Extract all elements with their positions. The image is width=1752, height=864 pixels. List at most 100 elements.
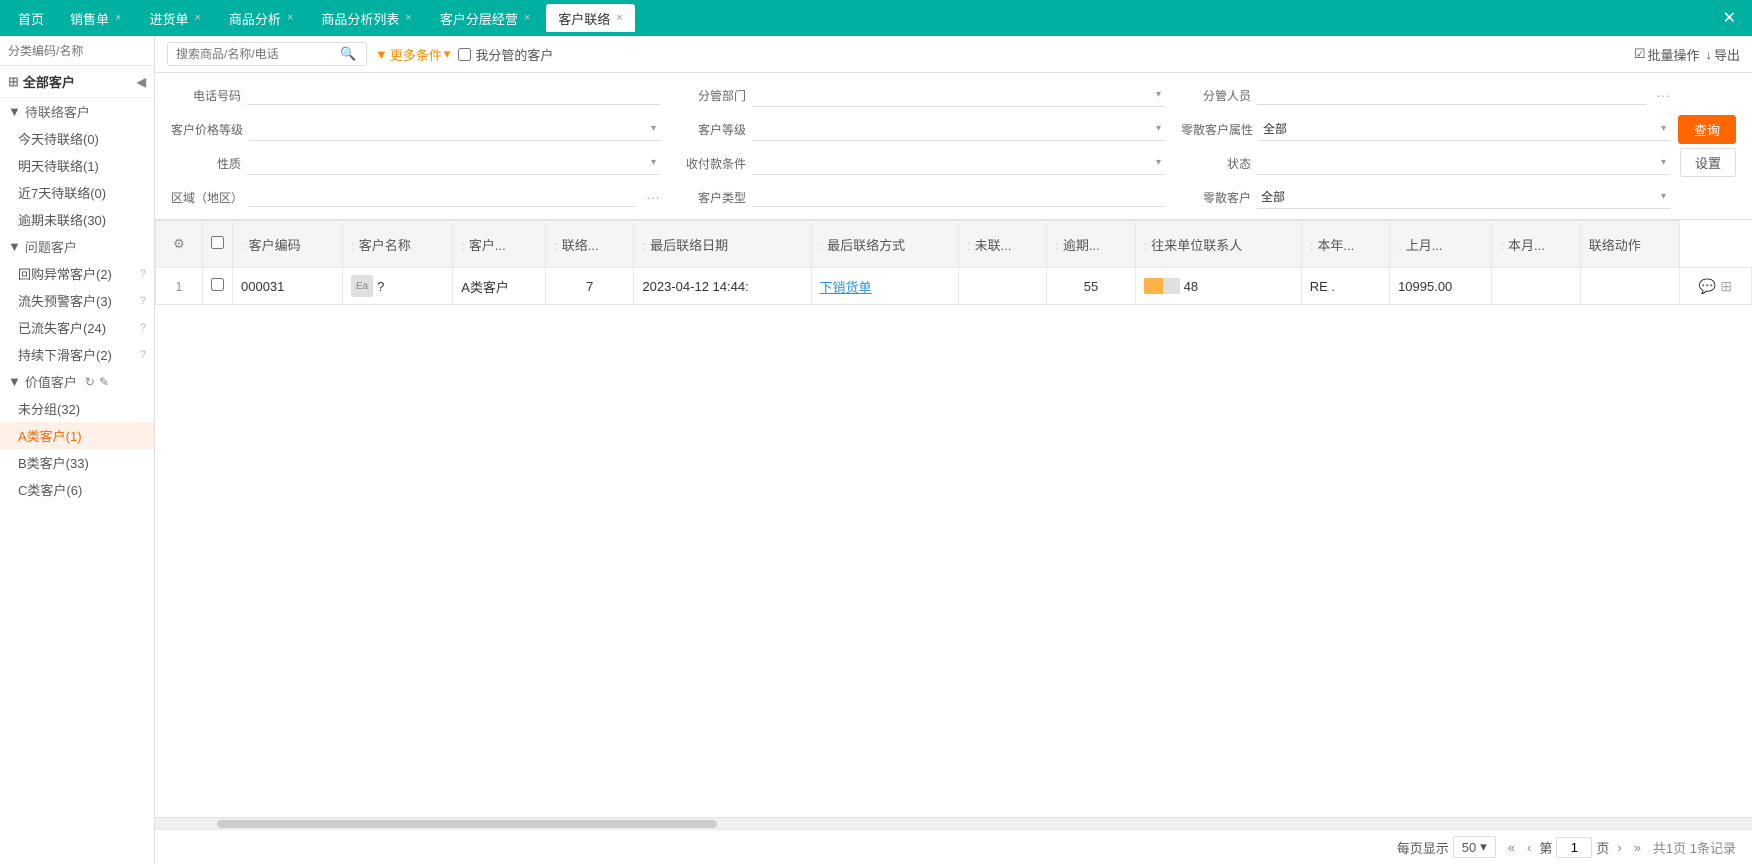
- sidebar-item-c-class[interactable]: C类客户(6): [0, 476, 154, 503]
- filter-more-conditions[interactable]: ▼ 更多条件 ▾: [375, 45, 450, 64]
- sidebar-collapse-icon[interactable]: ◀: [137, 75, 146, 89]
- table-gear-cell: ⚙: [156, 221, 203, 268]
- sidebar-group-value-refresh[interactable]: ↻: [85, 375, 95, 389]
- nav-tab-customer-tier-close[interactable]: ×: [524, 12, 530, 24]
- filter-search-input[interactable]: [176, 47, 336, 61]
- filter-payment-select[interactable]: ▾: [752, 151, 1165, 175]
- horizontal-scrollbar[interactable]: [155, 817, 1752, 829]
- filter-customer-level-select[interactable]: ▾: [752, 117, 1165, 141]
- col-last-month: :上月...: [1390, 221, 1492, 268]
- sidebar-item-b-class[interactable]: B类客户(33): [0, 449, 154, 476]
- sidebar-item-declining[interactable]: 持续下滑客户(2) ?: [0, 341, 154, 368]
- nav-tab-product-list[interactable]: 商品分析列表 ×: [309, 4, 423, 32]
- nav-tab-purchase-close[interactable]: ×: [194, 12, 200, 24]
- filter-region-label: 区域（地区）: [171, 189, 243, 206]
- row-action-link-icon[interactable]: ⊞: [1720, 278, 1732, 295]
- sidebar-group-problem[interactable]: ▼ 问题客户: [0, 233, 154, 260]
- nav-tab-product-analysis[interactable]: 商品分析 ×: [217, 4, 305, 32]
- filter-price-level-label: 客户价格等级: [171, 121, 243, 138]
- col-action: 联络动作: [1580, 221, 1679, 268]
- sidebar-item-7days[interactable]: 近7天待联络(0): [0, 179, 154, 206]
- nav-tab-product-analysis-close[interactable]: ×: [287, 12, 293, 24]
- filter-dept-select[interactable]: ▾: [752, 83, 1165, 107]
- nav-tab-product-list-label: 商品分析列表: [321, 9, 399, 28]
- nav-tab-product-list-close[interactable]: ×: [405, 12, 411, 24]
- page-next-btn[interactable]: ›: [1613, 838, 1625, 857]
- nav-tab-customer-contact-close[interactable]: ×: [616, 12, 622, 24]
- sidebar-item-a-class-label: A类客户(1): [18, 426, 82, 445]
- table-gear-icon[interactable]: ⚙: [164, 229, 194, 259]
- filter-person-input[interactable]: [1257, 86, 1646, 105]
- nav-tab-customer-tier[interactable]: 客户分层经营 ×: [428, 4, 542, 32]
- filter-retail-select[interactable]: 全部 ▾: [1257, 185, 1670, 209]
- filter-phone-input[interactable]: [247, 86, 660, 105]
- filter-customer-type-input[interactable]: [752, 188, 1165, 207]
- sidebar-item-repurchase[interactable]: 回购异常客户(2) ?: [0, 260, 154, 287]
- nav-tab-sales-close[interactable]: ×: [115, 12, 121, 24]
- page-first-btn[interactable]: «: [1504, 838, 1519, 857]
- filter-search-icon[interactable]: 🔍: [340, 46, 356, 62]
- my-customers-checkbox[interactable]: 我分管的客户: [458, 45, 553, 64]
- col-no-contact: :未联...: [958, 221, 1046, 268]
- main-layout: 🔍 ⊞ 全部客户 ◀ ▼ 待联络客户 今天待联络(0) 明天待联络(1) 近7天…: [0, 36, 1752, 864]
- page-last-btn[interactable]: »: [1630, 838, 1645, 857]
- col-name-label: 客户名称: [359, 238, 411, 253]
- filter-retail-val: 全部: [1261, 188, 1285, 205]
- scroll-thumb[interactable]: [217, 820, 717, 828]
- batch-op-button[interactable]: ☑ 批量操作: [1634, 45, 1700, 64]
- filter-retail-attr-select[interactable]: 全部 ▾: [1259, 117, 1670, 141]
- sidebar-all-customers[interactable]: ⊞ 全部客户 ◀: [0, 66, 154, 98]
- sidebar-item-lost[interactable]: 已流失客户(24) ?: [0, 314, 154, 341]
- row-last-date: 2023-04-12 14:44:: [634, 268, 811, 305]
- filter-nature-select[interactable]: ▾: [247, 151, 660, 175]
- filter-price-level-select[interactable]: ▾: [249, 117, 660, 141]
- row-last-method-link[interactable]: 下销货单: [820, 280, 872, 295]
- nav-tab-sales[interactable]: 销售单 ×: [58, 4, 133, 32]
- sidebar-group-value-edit[interactable]: ✎: [99, 375, 109, 389]
- table-select-all[interactable]: [211, 236, 224, 249]
- filter-region-dots[interactable]: ···: [646, 189, 660, 205]
- app-root: 首页 销售单 × 进货单 × 商品分析 × 商品分析列表 × 客户分层经营 × …: [0, 0, 1752, 864]
- sidebar-item-ungroup[interactable]: 未分组(32): [0, 395, 154, 422]
- sidebar-item-declining-help: ?: [140, 349, 146, 361]
- filter-region-input[interactable]: [249, 188, 636, 207]
- col-this-month-label: 本月...: [1508, 238, 1545, 253]
- sidebar-group-value[interactable]: ▼ 价值客户 ↻ ✎: [0, 368, 154, 395]
- page-size-dropdown[interactable]: 50 ▾: [1453, 836, 1496, 858]
- sidebar-search-input[interactable]: [8, 44, 155, 58]
- sidebar-item-tomorrow[interactable]: 明天待联络(1): [0, 152, 154, 179]
- sidebar-all-customers-label: 全部客户: [23, 72, 75, 91]
- row-checkbox[interactable]: [211, 278, 224, 291]
- filter-customer-type: 客户类型: [676, 183, 1165, 211]
- row-action-chat-icon[interactable]: 💬: [1699, 278, 1716, 295]
- sidebar-item-today[interactable]: 今天待联络(0): [0, 125, 154, 152]
- filter-status-select[interactable]: ▾: [1257, 151, 1670, 175]
- sidebar-group-value-label: 价值客户: [25, 372, 77, 391]
- sidebar-item-repurchase-label: 回购异常客户(2): [18, 264, 112, 283]
- sidebar-item-lostwarning[interactable]: 流失预警客户(3) ?: [0, 287, 154, 314]
- sidebar-item-overdue[interactable]: 逾期未联络(30): [0, 206, 154, 233]
- sidebar-group-pending[interactable]: ▼ 待联络客户: [0, 98, 154, 125]
- filter-person-dots[interactable]: ···: [1656, 87, 1670, 103]
- sidebar-item-lostwarning-help: ?: [140, 295, 146, 307]
- window-close-icon[interactable]: ✕: [1715, 8, 1744, 28]
- nav-tab-purchase[interactable]: 进货单 ×: [137, 4, 212, 32]
- nav-tab-customer-contact[interactable]: 客户联络 ×: [546, 4, 634, 32]
- page-number-input[interactable]: [1556, 837, 1592, 858]
- export-button[interactable]: ↓ 导出: [1705, 45, 1740, 64]
- filter-retail: 零散客户 全部 ▾: [1181, 183, 1670, 211]
- adv-filter-row4: 区域（地区） ··· 客户类型 零散客户 全部: [171, 183, 1670, 211]
- filter-payment-label: 收付款条件: [676, 155, 746, 172]
- page-prev-btn[interactable]: ‹: [1523, 838, 1535, 857]
- sidebar-item-a-class[interactable]: A类客户(1): [0, 422, 154, 449]
- filter-phone-label: 电话号码: [171, 87, 241, 104]
- settings-button[interactable]: 设置: [1680, 148, 1736, 177]
- sidebar-item-lost-label: 已流失客户(24): [18, 318, 106, 337]
- nav-home[interactable]: 首页: [8, 9, 54, 28]
- row-last-method: 下销货单: [811, 268, 958, 305]
- query-button[interactable]: 查询: [1678, 115, 1736, 144]
- row-overdue-val: 48: [1135, 268, 1301, 305]
- adv-filter: 电话号码 分管部门 ▾ 分管人员: [155, 73, 1752, 220]
- sidebar-item-7days-label: 近7天待联络(0): [18, 183, 106, 202]
- my-customers-checkbox-input[interactable]: [458, 48, 471, 61]
